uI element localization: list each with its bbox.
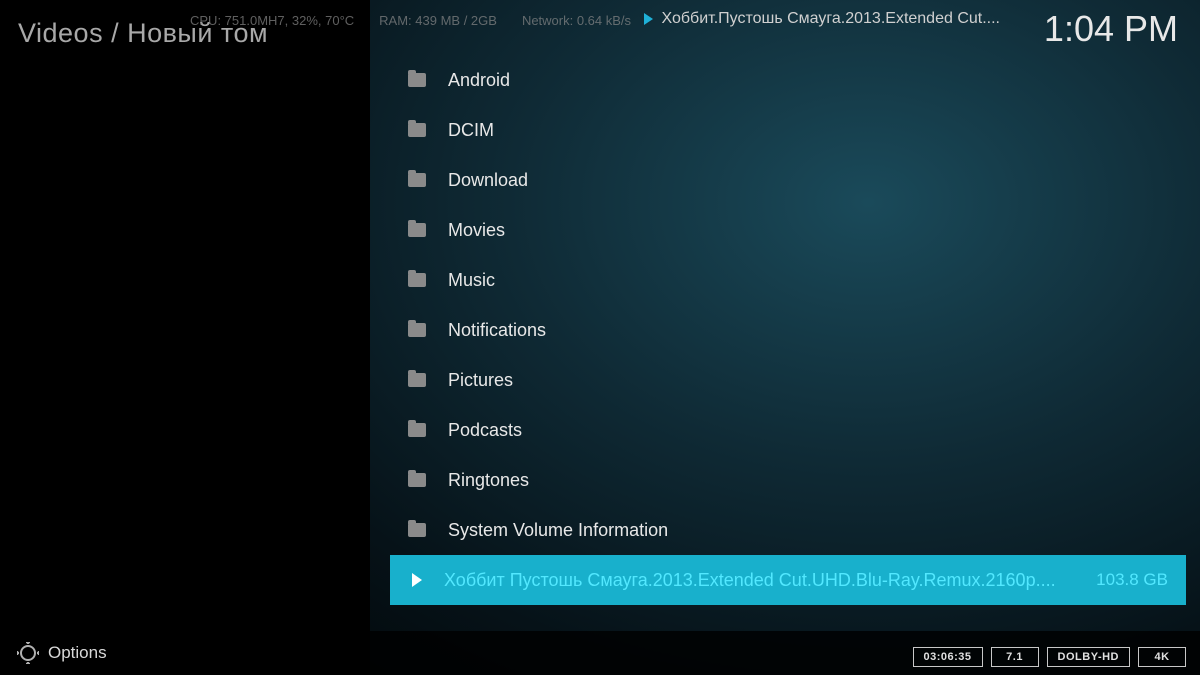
list-item[interactable]: Movies xyxy=(390,205,1186,255)
folder-icon xyxy=(408,523,426,537)
folder-icon xyxy=(408,473,426,487)
cpu-stat: CPU: 751.0MH7, 32%, 70°C xyxy=(190,13,354,28)
options-button[interactable]: Options xyxy=(0,643,127,663)
list-item[interactable]: Ringtones xyxy=(390,455,1186,505)
item-label: Android xyxy=(448,70,1168,91)
system-stats: CPU: 751.0MH7, 32%, 70°C RAM: 439 MB / 2… xyxy=(190,13,631,28)
list-item[interactable]: Android xyxy=(390,55,1186,105)
folder-icon xyxy=(408,423,426,437)
item-label: DCIM xyxy=(448,120,1168,141)
clock: 1:04 PM xyxy=(1044,8,1178,50)
folder-icon xyxy=(408,73,426,87)
network-stat: Network: 0.64 kB/s xyxy=(522,13,631,28)
item-label: Download xyxy=(448,170,1168,191)
list-item[interactable]: Notifications xyxy=(390,305,1186,355)
folder-icon xyxy=(408,173,426,187)
audio-channels-badge: 7.1 xyxy=(991,647,1039,667)
folder-icon xyxy=(408,223,426,237)
ram-stat: RAM: 439 MB / 2GB xyxy=(379,13,497,28)
item-label: Podcasts xyxy=(448,420,1168,441)
list-item-selected[interactable]: Хоббит Пустошь Смауга.2013.Extended Cut.… xyxy=(390,555,1186,605)
list-item[interactable]: Podcasts xyxy=(390,405,1186,455)
folder-icon xyxy=(408,323,426,337)
folder-icon xyxy=(408,373,426,387)
duration-badge: 03:06:35 xyxy=(913,647,983,667)
item-label: Music xyxy=(448,270,1168,291)
media-badges: 03:06:35 7.1 DOLBY-HD 4K xyxy=(913,647,1187,667)
options-label: Options xyxy=(48,643,107,663)
item-label: System Volume Information xyxy=(448,520,1168,541)
now-playing-title: Хоббит.Пустошь Смауга.2013.Extended Cut.… xyxy=(661,10,1000,28)
bottom-bar: Options 03:06:35 7.1 DOLBY-HD 4K xyxy=(0,631,1200,675)
now-playing-header[interactable]: Хоббит.Пустошь Смауга.2013.Extended Cut.… xyxy=(644,10,1000,28)
folder-icon xyxy=(408,273,426,287)
resolution-badge: 4K xyxy=(1138,647,1186,667)
list-item[interactable]: Download xyxy=(390,155,1186,205)
list-item[interactable]: Music xyxy=(390,255,1186,305)
item-label: Notifications xyxy=(448,320,1168,341)
list-item[interactable]: System Volume Information xyxy=(390,505,1186,555)
side-panel xyxy=(0,0,370,675)
item-size: 103.8 GB xyxy=(1096,570,1168,590)
item-label: Ringtones xyxy=(448,470,1168,491)
item-label: Хоббит Пустошь Смауга.2013.Extended Cut.… xyxy=(444,570,1062,591)
list-item[interactable]: Pictures xyxy=(390,355,1186,405)
play-icon xyxy=(644,13,653,25)
file-list: Android DCIM Download Movies Music Notif… xyxy=(390,55,1186,605)
item-label: Pictures xyxy=(448,370,1168,391)
gear-icon xyxy=(20,645,36,661)
play-icon xyxy=(412,573,422,587)
list-item[interactable]: DCIM xyxy=(390,105,1186,155)
item-label: Movies xyxy=(448,220,1168,241)
audio-codec-badge: DOLBY-HD xyxy=(1047,647,1130,667)
folder-icon xyxy=(408,123,426,137)
